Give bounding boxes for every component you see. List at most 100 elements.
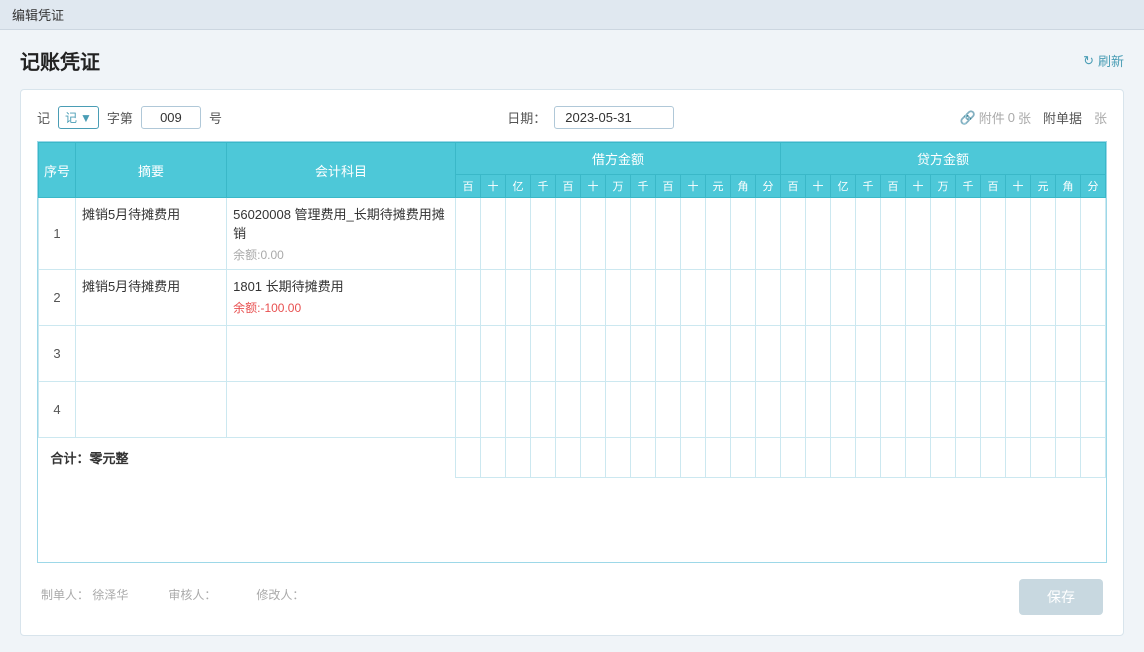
debit-cell[interactable]	[555, 270, 580, 326]
debit-cell[interactable]	[730, 382, 755, 438]
debit-cell[interactable]	[580, 270, 605, 326]
debit-cell[interactable]	[755, 270, 780, 326]
debit-cell[interactable]	[505, 326, 530, 382]
debit-cell[interactable]	[680, 326, 705, 382]
debit-cell[interactable]	[605, 326, 630, 382]
debit-cell[interactable]	[530, 326, 555, 382]
debit-cell[interactable]	[655, 382, 680, 438]
credit-cell[interactable]	[1005, 382, 1030, 438]
credit-cell[interactable]	[1055, 326, 1080, 382]
row-summary[interactable]: 摊销5月待摊费用	[75, 198, 226, 270]
credit-cell[interactable]	[805, 382, 830, 438]
debit-cell[interactable]	[705, 198, 730, 270]
debit-cell[interactable]	[755, 326, 780, 382]
credit-cell[interactable]	[980, 198, 1005, 270]
debit-cell[interactable]	[580, 326, 605, 382]
credit-cell[interactable]	[980, 270, 1005, 326]
credit-cell[interactable]	[930, 326, 955, 382]
credit-cell[interactable]	[1005, 326, 1030, 382]
attach-link[interactable]: 🔗 附件 0 张	[960, 108, 1031, 127]
credit-cell[interactable]	[930, 270, 955, 326]
debit-cell[interactable]	[630, 382, 655, 438]
debit-cell[interactable]	[680, 382, 705, 438]
credit-cell[interactable]	[1055, 198, 1080, 270]
credit-cell[interactable]	[1080, 270, 1105, 326]
debit-cell[interactable]	[655, 326, 680, 382]
row-subject[interactable]: 1801 长期待摊费用余额:-100.00	[227, 270, 456, 326]
credit-cell[interactable]	[955, 382, 980, 438]
debit-cell[interactable]	[705, 270, 730, 326]
credit-cell[interactable]	[780, 382, 805, 438]
credit-cell[interactable]	[905, 198, 930, 270]
credit-cell[interactable]	[1055, 270, 1080, 326]
debit-cell[interactable]	[730, 270, 755, 326]
debit-cell[interactable]	[530, 270, 555, 326]
debit-cell[interactable]	[530, 198, 555, 270]
debit-cell[interactable]	[455, 198, 480, 270]
debit-cell[interactable]	[455, 270, 480, 326]
credit-cell[interactable]	[830, 326, 855, 382]
table-row[interactable]: 2摊销5月待摊费用1801 长期待摊费用余额:-100.00	[39, 270, 1106, 326]
debit-cell[interactable]	[555, 198, 580, 270]
debit-cell[interactable]	[505, 198, 530, 270]
credit-cell[interactable]	[980, 382, 1005, 438]
save-button[interactable]: 保存	[1019, 579, 1103, 615]
credit-cell[interactable]	[830, 382, 855, 438]
credit-cell[interactable]	[1055, 382, 1080, 438]
row-subject[interactable]: 56020008 管理费用_长期待摊费用摊销余额:0.00	[227, 198, 456, 270]
debit-cell[interactable]	[655, 270, 680, 326]
credit-cell[interactable]	[880, 382, 905, 438]
credit-cell[interactable]	[930, 198, 955, 270]
row-subject[interactable]	[227, 382, 456, 438]
credit-cell[interactable]	[905, 270, 930, 326]
debit-cell[interactable]	[580, 382, 605, 438]
credit-cell[interactable]	[980, 326, 1005, 382]
credit-cell[interactable]	[780, 198, 805, 270]
credit-cell[interactable]	[1030, 326, 1055, 382]
debit-cell[interactable]	[630, 326, 655, 382]
credit-cell[interactable]	[855, 198, 880, 270]
row-summary[interactable]	[75, 382, 226, 438]
credit-cell[interactable]	[855, 270, 880, 326]
credit-cell[interactable]	[930, 382, 955, 438]
debit-cell[interactable]	[630, 270, 655, 326]
table-row[interactable]: 3	[39, 326, 1106, 382]
credit-cell[interactable]	[855, 382, 880, 438]
debit-cell[interactable]	[730, 326, 755, 382]
debit-cell[interactable]	[480, 326, 505, 382]
credit-cell[interactable]	[955, 270, 980, 326]
credit-cell[interactable]	[855, 326, 880, 382]
debit-cell[interactable]	[530, 382, 555, 438]
credit-cell[interactable]	[1080, 326, 1105, 382]
voucher-number-input[interactable]	[141, 106, 201, 129]
debit-cell[interactable]	[605, 382, 630, 438]
debit-cell[interactable]	[755, 198, 780, 270]
debit-cell[interactable]	[505, 270, 530, 326]
debit-cell[interactable]	[630, 198, 655, 270]
credit-cell[interactable]	[1080, 382, 1105, 438]
credit-cell[interactable]	[1030, 270, 1055, 326]
credit-cell[interactable]	[1030, 198, 1055, 270]
credit-cell[interactable]	[955, 198, 980, 270]
credit-cell[interactable]	[905, 326, 930, 382]
credit-cell[interactable]	[880, 198, 905, 270]
credit-cell[interactable]	[905, 382, 930, 438]
credit-cell[interactable]	[880, 326, 905, 382]
debit-cell[interactable]	[730, 198, 755, 270]
debit-cell[interactable]	[480, 198, 505, 270]
refresh-button[interactable]: ↻ 刷新	[1083, 51, 1124, 70]
credit-cell[interactable]	[830, 198, 855, 270]
debit-cell[interactable]	[480, 382, 505, 438]
debit-cell[interactable]	[680, 198, 705, 270]
credit-cell[interactable]	[805, 326, 830, 382]
credit-cell[interactable]	[1080, 198, 1105, 270]
credit-cell[interactable]	[780, 270, 805, 326]
debit-cell[interactable]	[605, 198, 630, 270]
debit-cell[interactable]	[555, 326, 580, 382]
credit-cell[interactable]	[1005, 270, 1030, 326]
debit-cell[interactable]	[655, 198, 680, 270]
debit-cell[interactable]	[455, 326, 480, 382]
credit-cell[interactable]	[805, 270, 830, 326]
debit-cell[interactable]	[455, 382, 480, 438]
type-dropdown[interactable]: 记 ▼	[58, 106, 99, 129]
